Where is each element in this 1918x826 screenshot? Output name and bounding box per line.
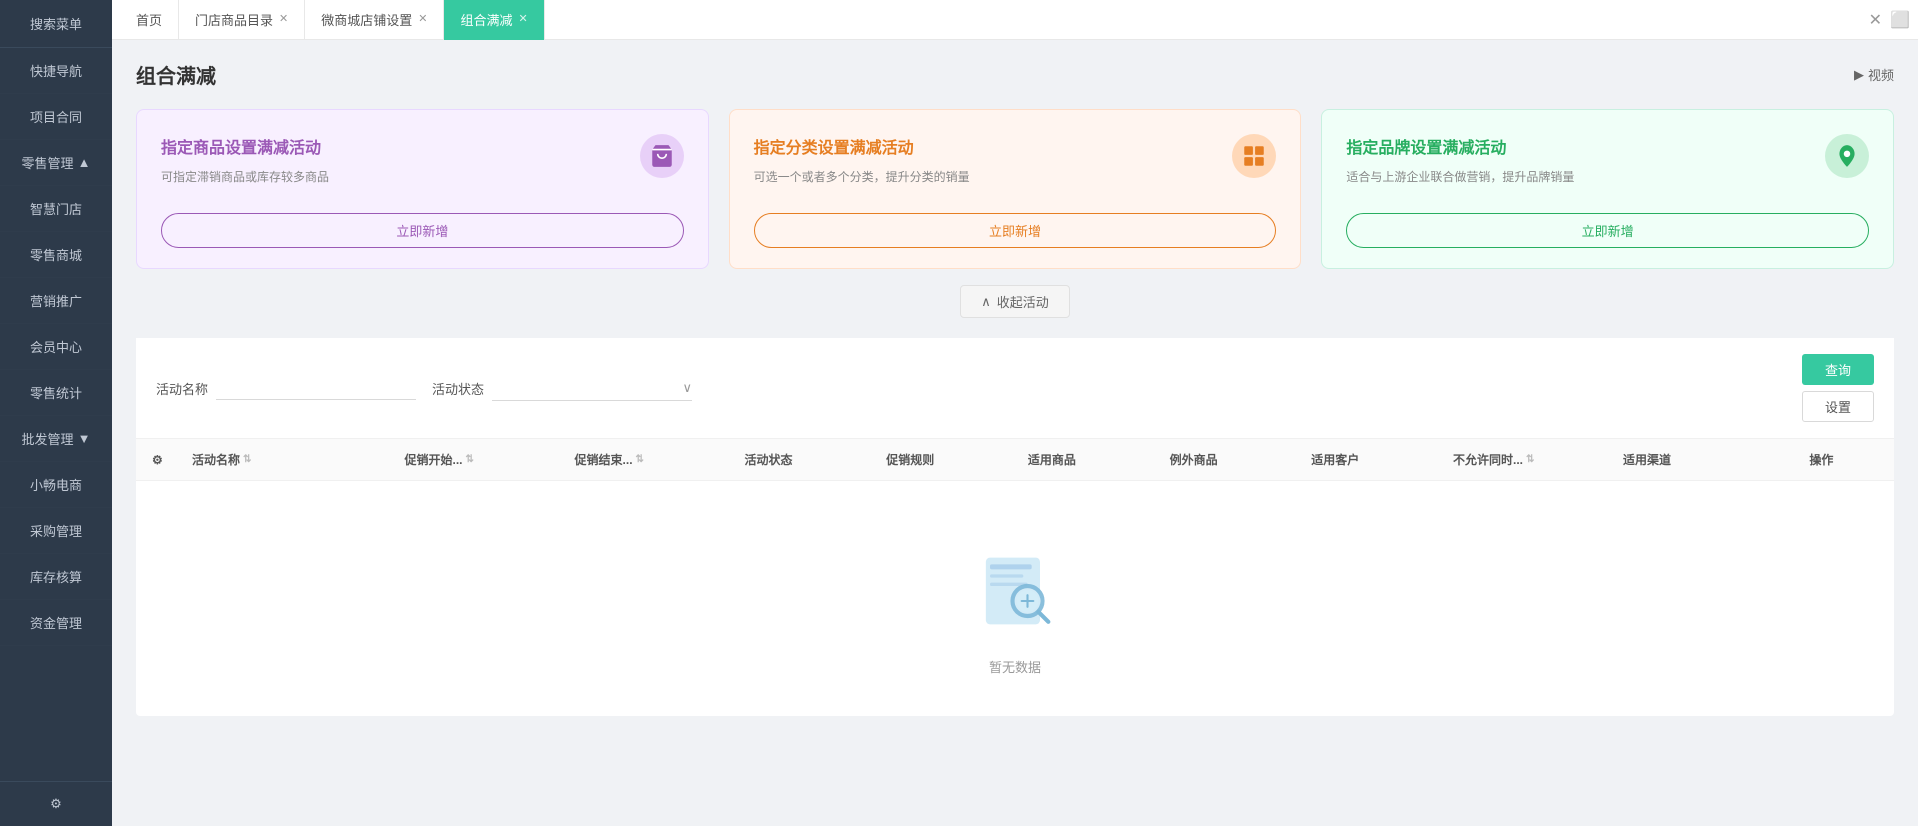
filter-status: 活动状态 ∨ <box>432 376 692 401</box>
cards-row: 指定商品设置满减活动 可指定滞销商品或库存较多商品 立即新增 指定分类设置满减活… <box>136 109 1894 269</box>
th-end[interactable]: 促销结束... ⇅ <box>575 451 745 468</box>
empty-text: 暂无数据 <box>989 657 1041 676</box>
query-button[interactable]: 查询 <box>1802 354 1874 385</box>
sidebar-item-purchase-mgmt[interactable]: 采购管理 <box>0 508 112 554</box>
category-card-desc: 可选一个或者多个分类，提升分类的销量 <box>754 168 1277 187</box>
sidebar-item-retail-stats[interactable]: 零售统计 <box>0 370 112 416</box>
sidebar-item-finance[interactable]: 资金管理 <box>0 600 112 646</box>
gear-icon: ⚙ <box>50 796 62 811</box>
filter-buttons: 查询 设置 <box>1802 354 1874 422</box>
sidebar-item-marketing[interactable]: 营销推广 <box>0 278 112 324</box>
tab-combo-discount[interactable]: 组合满减 ✕ <box>444 0 544 40</box>
sidebar-item-inventory[interactable]: 库存核算 <box>0 554 112 600</box>
filter-bar: 活动名称 活动状态 ∨ 查询 设置 <box>136 338 1894 439</box>
empty-illustration <box>965 541 1065 641</box>
settings-button[interactable]: ⚙ <box>0 781 112 826</box>
close-tab-combo-discount[interactable]: ✕ <box>519 14 528 25</box>
th-channel: 适用渠道 <box>1623 451 1765 468</box>
sidebar-item-wholesale-mgmt[interactable]: 批发管理 ▼ <box>0 416 112 462</box>
th-notallow[interactable]: 不允许同时... ⇅ <box>1453 451 1623 468</box>
category-card-title: 指定分类设置满减活动 <box>754 134 1277 158</box>
th-exception: 例外商品 <box>1170 451 1312 468</box>
th-customer: 适用客户 <box>1311 451 1453 468</box>
page-content: 组合满减 ▶ 视频 指定商品设置满减活动 可指定滞销商品或库存较多商品 <box>112 40 1918 826</box>
sidebar-search[interactable]: 搜索菜单 <box>0 0 112 48</box>
sort-icon: ⇅ <box>243 454 251 465</box>
th-rule: 促销规则 <box>886 451 1028 468</box>
tab-bar: 首页 门店商品目录 ✕ 微商城店铺设置 ✕ 组合满减 ✕ ✕ ⬜ <box>112 0 1918 40</box>
sidebar-item-retail-mall[interactable]: 零售商城 <box>0 232 112 278</box>
close-tab-product-catalog[interactable]: ✕ <box>279 14 288 25</box>
product-card-icon <box>640 134 684 178</box>
brand-card-desc: 适合与上游企业联合做营销，提升品牌销量 <box>1346 168 1869 187</box>
page-title: 组合满减 <box>136 60 216 89</box>
th-product: 适用商品 <box>1028 451 1170 468</box>
main-area: 首页 门店商品目录 ✕ 微商城店铺设置 ✕ 组合满减 ✕ ✕ ⬜ 组合满减 ▶ … <box>112 0 1918 826</box>
chevron-down-icon: ▼ <box>78 431 91 446</box>
sidebar: 搜索菜单 快捷导航 项目合同 零售管理 ▲ 智慧门店 零售商城 营销推广 会员中… <box>0 0 112 826</box>
empty-state: 暂无数据 <box>136 481 1894 716</box>
sidebar-item-ecommerce[interactable]: 小畅电商 <box>0 462 112 508</box>
th-start[interactable]: 促销开始... ⇅ <box>405 451 575 468</box>
sidebar-item-member-center[interactable]: 会员中心 <box>0 324 112 370</box>
tab-home[interactable]: 首页 <box>120 0 179 40</box>
brand-card: 指定品牌设置满减活动 适合与上游企业联合做营销，提升品牌销量 立即新增 <box>1321 109 1894 269</box>
page-header: 组合满减 ▶ 视频 <box>136 60 1894 89</box>
product-card-btn[interactable]: 立即新增 <box>161 213 684 248</box>
collapse-bar: ∧ 收起活动 <box>136 285 1894 318</box>
product-card-desc: 可指定滞销商品或库存较多商品 <box>161 168 684 187</box>
table-section: 活动名称 活动状态 ∨ 查询 设置 ⚙ <box>136 338 1894 716</box>
brand-card-icon <box>1825 134 1869 178</box>
maximize-window-icon[interactable]: ⬜ <box>1890 10 1910 30</box>
tab-product-catalog[interactable]: 门店商品目录 ✕ <box>179 0 305 40</box>
filter-name-label: 活动名称 <box>156 379 208 398</box>
close-tab-wechat-store[interactable]: ✕ <box>418 14 427 25</box>
sort-icon: ⇅ <box>1526 454 1534 465</box>
settings-btn[interactable]: 设置 <box>1802 391 1874 422</box>
category-card-btn[interactable]: 立即新增 <box>754 213 1277 248</box>
chevron-down-icon: ∨ <box>683 380 693 396</box>
chevron-up-icon: ▲ <box>78 155 91 170</box>
sidebar-item-smart-store[interactable]: 智慧门店 <box>0 186 112 232</box>
category-card: 指定分类设置满减活动 可选一个或者多个分类，提升分类的销量 立即新增 <box>729 109 1302 269</box>
th-status: 活动状态 <box>745 451 887 468</box>
brand-card-btn[interactable]: 立即新增 <box>1346 213 1869 248</box>
brand-card-title: 指定品牌设置满减活动 <box>1346 134 1869 158</box>
th-action: 操作 <box>1765 451 1878 468</box>
filter-name-input[interactable] <box>216 376 416 400</box>
play-icon: ▶ <box>1854 67 1864 83</box>
sidebar-item-retail-mgmt[interactable]: 零售管理 ▲ <box>0 140 112 186</box>
filter-status-label: 活动状态 <box>432 379 484 398</box>
product-card-title: 指定商品设置满减活动 <box>161 134 684 158</box>
sort-icon: ⇅ <box>636 454 644 465</box>
close-window-icon[interactable]: ✕ <box>1869 10 1882 30</box>
product-card: 指定商品设置满减活动 可指定滞销商品或库存较多商品 立即新增 <box>136 109 709 269</box>
filter-status-select[interactable]: ∨ <box>492 376 692 401</box>
tab-wechat-store[interactable]: 微商城店铺设置 ✕ <box>305 0 444 40</box>
sidebar-item-quick-nav[interactable]: 快捷导航 <box>0 48 112 94</box>
window-controls: ✕ ⬜ <box>1869 10 1910 30</box>
filter-name: 活动名称 <box>156 376 416 400</box>
collapse-icon: ∧ <box>981 294 991 310</box>
sort-icon: ⇅ <box>466 454 474 465</box>
table-header: ⚙ 活动名称 ⇅ 促销开始... ⇅ 促销结束... ⇅ 活动状态 <box>136 439 1894 481</box>
video-link[interactable]: ▶ 视频 <box>1854 65 1894 84</box>
th-settings[interactable]: ⚙ <box>152 453 192 467</box>
gear-icon: ⚙ <box>152 453 163 467</box>
th-name[interactable]: 活动名称 ⇅ <box>192 451 405 468</box>
sidebar-item-project-contract[interactable]: 项目合同 <box>0 94 112 140</box>
collapse-btn[interactable]: ∧ 收起活动 <box>960 285 1070 318</box>
